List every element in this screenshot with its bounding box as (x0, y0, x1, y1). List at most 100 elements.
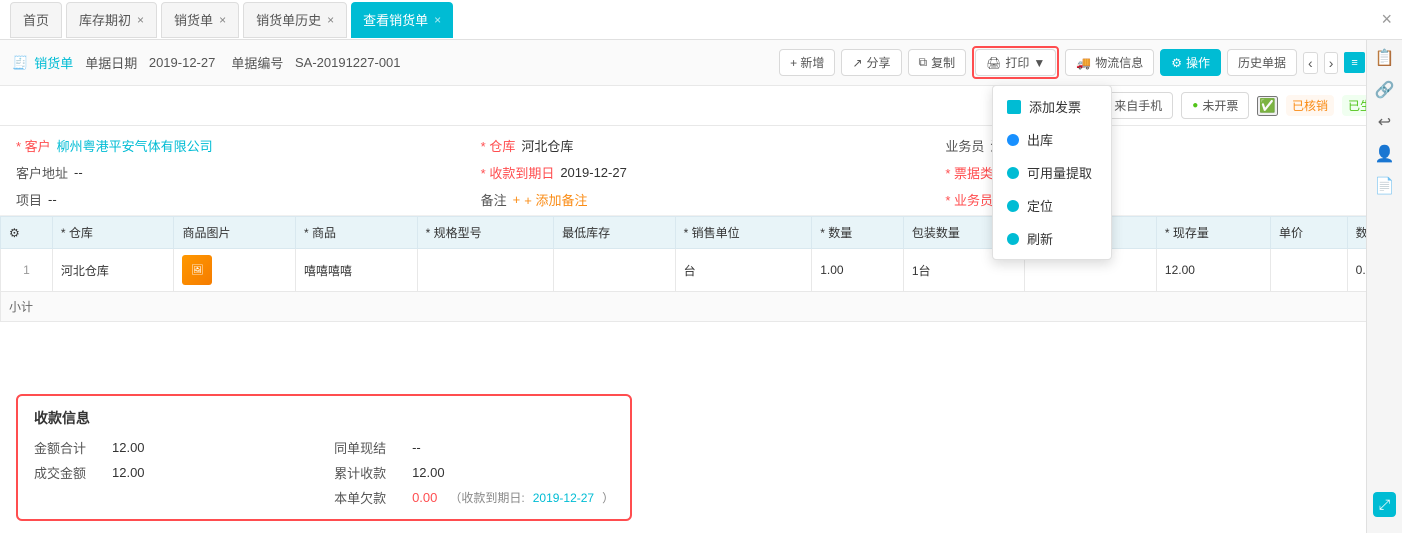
tab-inventory-label: 库存期初 (79, 10, 131, 29)
refresh-icon (1007, 233, 1019, 245)
prev-button[interactable]: ‹ (1303, 52, 1318, 74)
row-stock: 12.00 (1156, 249, 1270, 292)
staff-label: 业务员 (945, 136, 984, 155)
col-spec: * 规格型号 (417, 217, 554, 249)
cumulative-payment-row: 累计收款 12.00 (334, 463, 614, 482)
balance-date: 2019-12-27 (533, 491, 594, 505)
doc-header: 🧾 销货单 单据日期 2019-12-27 单据编号 SA-20191227-0… (0, 40, 1402, 86)
menu-add-invoice[interactable]: 添加发票 (993, 90, 1111, 123)
tab-home[interactable]: 首页 (10, 2, 62, 38)
sidebar-expand-button[interactable]: ⤢ (1373, 492, 1396, 517)
logistics-button[interactable]: 🚚 物流信息 (1065, 49, 1154, 76)
sidebar-copy-icon[interactable]: 📄 (1375, 176, 1395, 196)
sidebar-link-icon[interactable]: 🔗 (1375, 80, 1395, 100)
next-button[interactable]: › (1324, 52, 1339, 74)
menu-refresh[interactable]: 刷新 (993, 222, 1111, 255)
sold-badge: 已核销 (1286, 95, 1334, 116)
tab-view-sales[interactable]: 查看销货单 × (351, 2, 453, 38)
col-min-stock: 最低库存 (554, 217, 676, 249)
warehouse-field: * 仓库 河北仓库 (481, 136, 922, 155)
payment-date-field: * 收款到期日 2019-12-27 (481, 163, 922, 182)
operate-button[interactable]: ⚙ 操作 (1160, 49, 1221, 76)
col-unit-price: 单价 (1270, 217, 1347, 249)
add-note-button[interactable]: + + 添加备注 (513, 190, 588, 209)
view-list-button[interactable]: ≡ (1344, 52, 1364, 73)
doc-title: 🧾 销货单 (12, 53, 73, 72)
total-amount-row: 金额合计 12.00 (34, 438, 314, 457)
payment-info-box: 收款信息 金额合计 12.00 同单现结 -- 成交金额 12.00 (16, 394, 632, 521)
address-field: 客户地址 -- (16, 163, 457, 182)
row-num: 1 (1, 249, 53, 292)
sidebar-user-icon[interactable]: 👤 (1375, 144, 1395, 164)
menu-locate[interactable]: 定位 (993, 189, 1111, 222)
deal-amount-value: 12.00 (112, 465, 145, 480)
row-spec (417, 249, 554, 292)
menu-available-qty[interactable]: 可用量提取 (993, 156, 1111, 189)
tab-inventory-init[interactable]: 库存期初 × (66, 2, 157, 38)
total-amount-label: 金额合计 (34, 438, 104, 457)
sidebar-undo-icon[interactable]: ↩ (1378, 112, 1391, 132)
tab-view-close[interactable]: × (434, 13, 441, 27)
share-button[interactable]: ↗ 分享 (841, 49, 901, 76)
warehouse-label: * 仓库 (481, 136, 516, 155)
main-area: 🧾 销货单 单据日期 2019-12-27 单据编号 SA-20191227-0… (0, 40, 1402, 533)
doc-date-value: 2019-12-27 (149, 55, 216, 70)
customer-label: * 客户 (16, 136, 51, 155)
tab-sales-order[interactable]: 销货单 × (161, 2, 239, 38)
doc-toolbar: 来自手机 未开票 ✅ 已核销 已生效 (0, 86, 1402, 126)
not-open-button[interactable]: 未开票 (1181, 92, 1249, 119)
form-section: * 客户 柳州粤港平安气体有限公司 * 仓库 河北仓库 业务员 演示账号 客户地… (0, 126, 1402, 216)
row-product: 嘻嘻嘻嘻 (296, 249, 418, 292)
tab-history-label: 销货单历史 (256, 10, 321, 29)
row-product-img: 🖼 (174, 249, 296, 292)
col-settings[interactable]: ⚙ (1, 217, 53, 249)
doc-date-label: 单据日期 2019-12-27 (85, 53, 215, 72)
product-table: ⚙ * 仓库 商品图片 * 商品 * 规格型号 最低库存 * 销售单位 * 数量… (0, 216, 1402, 322)
product-image: 🖼 (182, 255, 212, 285)
copy-button[interactable]: ⧉ 复制 (908, 49, 967, 76)
doc-meta: 单据日期 2019-12-27 单据编号 SA-20191227-001 (85, 53, 400, 72)
print-button[interactable]: 🖨 打印 ▼ (975, 49, 1056, 76)
sidebar-doc-icon[interactable]: 📋 (1375, 48, 1395, 68)
col-stock: * 现存量 (1156, 217, 1270, 249)
project-value: -- (48, 192, 57, 207)
history-button[interactable]: 历史单据 (1227, 49, 1297, 76)
row-qty: 1.00 (812, 249, 904, 292)
tab-history-close[interactable]: × (327, 13, 334, 27)
customer-value[interactable]: 柳州粤港平安气体有限公司 (57, 136, 213, 155)
note-field: 备注 + + 添加备注 (481, 190, 922, 209)
same-order-value: -- (412, 440, 421, 455)
tab-sales-history[interactable]: 销货单历史 × (243, 2, 347, 38)
subtotal-row: 小计 (1, 292, 1402, 322)
balance-label: 本单欠款 (334, 488, 404, 507)
table-wrapper: ⚙ * 仓库 商品图片 * 商品 * 规格型号 最低库存 * 销售单位 * 数量… (0, 216, 1402, 382)
tab-home-label: 首页 (23, 10, 49, 29)
row-unit: 台 (675, 249, 812, 292)
payment-grid: 金额合计 12.00 同单现结 -- 成交金额 12.00 累计收款 12.00 (34, 438, 614, 507)
plus-icon: + (513, 192, 521, 207)
tab-bar: 首页 库存期初 × 销货单 × 销货单历史 × 查看销货单 × × (0, 0, 1402, 40)
cumulative-payment-value: 12.00 (412, 465, 445, 480)
new-button[interactable]: + 新增 (779, 49, 835, 76)
tab-inventory-close[interactable]: × (137, 13, 144, 27)
col-product-img: 商品图片 (174, 217, 296, 249)
deal-amount-row: 成交金额 12.00 (34, 463, 314, 482)
cumulative-payment-label: 累计收款 (334, 463, 404, 482)
window-close-button[interactable]: × (1381, 9, 1392, 30)
total-amount-value: 12.00 (112, 440, 145, 455)
col-qty: * 数量 (812, 217, 904, 249)
row-unit-price (1270, 249, 1347, 292)
dropdown-menu: 添加发票 出库 可用量提取 定位 刷新 (992, 85, 1112, 260)
address-label: 客户地址 (16, 163, 68, 182)
balance-note-end: ） (602, 489, 614, 506)
balance-row: 本单欠款 0.00 （收款到期日: 2019-12-27 ） (334, 488, 614, 507)
menu-warehouse-out[interactable]: 出库 (993, 123, 1111, 156)
doc-number-value: SA-20191227-001 (295, 55, 401, 70)
doc-actions: + 新增 ↗ 分享 ⧉ 复制 🖨 打印 ▼ (779, 46, 1390, 79)
tab-sales-close[interactable]: × (219, 13, 226, 27)
check-icon: ✅ (1257, 96, 1278, 116)
locate-label: 定位 (1027, 196, 1053, 215)
payment-date-value: 2019-12-27 (560, 165, 627, 180)
customer-field: * 客户 柳州粤港平安气体有限公司 (16, 136, 457, 155)
available-qty-icon (1007, 167, 1019, 179)
